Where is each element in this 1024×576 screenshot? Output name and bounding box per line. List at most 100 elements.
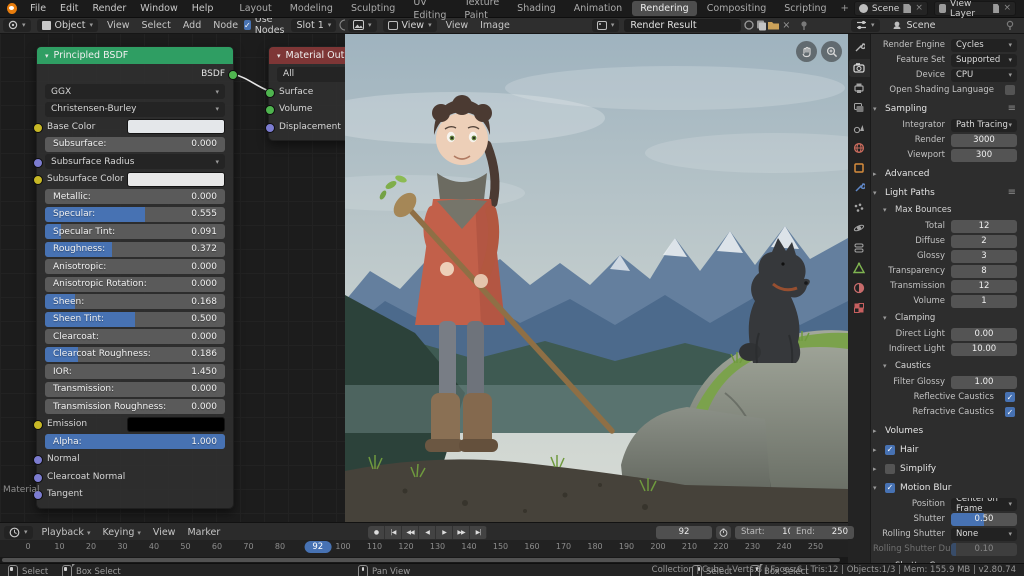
menu-view[interactable]: View — [147, 527, 182, 538]
workspace-tab-compositing[interactable]: Compositing — [699, 1, 775, 16]
checkbox-hair[interactable]: ✓ — [885, 445, 895, 455]
panel-caustics[interactable]: ▾Caustics — [883, 359, 1019, 373]
checkbox-refractive-caustics[interactable]: ✓ — [1005, 407, 1015, 417]
input-socket-base-color[interactable] — [33, 123, 43, 133]
workspace-tab-uv-editing[interactable]: UV Editing — [405, 0, 454, 23]
menu-select[interactable]: Select — [136, 20, 177, 31]
properties-tab-physics[interactable] — [849, 219, 870, 237]
input-socket-emission[interactable] — [33, 420, 43, 430]
field-render[interactable]: 3000 — [951, 134, 1017, 147]
node-principled-bsdf[interactable]: ▾ Principled BSDF BSDF GGX▾Christensen-B… — [36, 46, 234, 509]
properties-tab-particles[interactable] — [849, 199, 870, 217]
param-christensen-burley[interactable]: Christensen-Burley▾ — [45, 102, 225, 117]
panel-advanced[interactable]: ▸Advanced — [873, 166, 1019, 181]
frame-end-field[interactable]: End: 250 — [790, 526, 854, 539]
dropdown-feature-set[interactable]: Supported▾ — [951, 54, 1017, 67]
param-transmission[interactable]: Transmission:0.000 — [45, 382, 225, 397]
panel-clamping[interactable]: ▾Clamping — [883, 311, 1019, 325]
field-volume[interactable]: 1 — [951, 295, 1017, 308]
checkbox-simplify[interactable] — [885, 464, 895, 474]
next-keyframe-button[interactable]: ▶▶ — [453, 526, 470, 539]
bsdf-output-socket[interactable] — [228, 70, 238, 80]
field-direct-light[interactable]: 0.00 — [951, 328, 1017, 341]
properties-tab-render[interactable] — [849, 59, 870, 77]
param-specular[interactable]: Specular:0.555 — [45, 207, 225, 222]
param-emission[interactable]: Emission — [45, 417, 225, 432]
checkbox-open-shading-language[interactable] — [1005, 85, 1015, 95]
timeline-ruler[interactable]: 92 0102030405060708090100110120130140150… — [0, 540, 848, 557]
new-view-layer-icon[interactable] — [993, 4, 999, 13]
param-clearcoat-roughness[interactable]: Clearcoat Roughness:0.186 — [45, 347, 225, 362]
menu-file[interactable]: File — [23, 1, 53, 17]
preview-range-button[interactable] — [716, 526, 731, 539]
view-layer-selector[interactable]: View Layer × — [934, 1, 1016, 16]
shader-type-dropdown[interactable]: Object ▾ — [37, 19, 98, 32]
field-diffuse[interactable]: 2 — [951, 235, 1017, 248]
current-frame-field[interactable]: 92 — [656, 526, 712, 539]
color-swatch[interactable] — [127, 172, 225, 187]
node-header-material-output[interactable]: ▾ Material Output — [269, 47, 346, 64]
close-scene-icon[interactable]: × — [915, 4, 923, 13]
panel-hair[interactable]: ▸✓Hair — [873, 442, 1019, 457]
panel-volumes[interactable]: ▸Volumes — [873, 423, 1019, 438]
checkbox-reflective-caustics[interactable]: ✓ — [1005, 392, 1015, 402]
workspace-tab-texture-paint[interactable]: Texture Paint — [456, 0, 507, 23]
param-clearcoat[interactable]: Clearcoat:0.000 — [45, 329, 225, 344]
param-base-color[interactable]: Base Color — [45, 119, 225, 134]
workspace-tab-rendering[interactable]: Rendering — [632, 1, 697, 16]
panel-motion-blur[interactable]: ▾✓Motion Blur — [873, 480, 1019, 495]
remove-view-layer-icon[interactable]: × — [1003, 4, 1011, 13]
field-glossy[interactable]: 3 — [951, 250, 1017, 263]
slider-shutter[interactable]: 0.50 — [951, 513, 1017, 526]
workspace-tab-sculpting[interactable]: Sculpting — [343, 1, 403, 16]
properties-tab-scene[interactable] — [849, 119, 870, 137]
previous-keyframe-button[interactable]: ◀◀ — [402, 526, 419, 539]
field-transparency[interactable]: 8 — [951, 265, 1017, 278]
new-scene-icon[interactable] — [903, 4, 911, 13]
play-button[interactable]: ▶ — [436, 526, 453, 539]
properties-tab-texture[interactable] — [849, 299, 870, 317]
dropdown-position[interactable]: Center on Frame▾ — [951, 498, 1017, 511]
param-sheen-tint[interactable]: Sheen Tint:0.500 — [45, 312, 225, 327]
play-reverse-button[interactable]: ◀ — [419, 526, 436, 539]
properties-tab-material[interactable] — [849, 279, 870, 297]
field-total[interactable]: 12 — [951, 220, 1017, 233]
dropdown-render-engine[interactable]: Cycles▾ — [951, 39, 1017, 52]
record-button[interactable]: ● — [368, 526, 385, 539]
param-specular-tint[interactable]: Specular Tint:0.091 — [45, 224, 225, 239]
editor-type-button[interactable]: ▾ — [3, 19, 31, 32]
field-transmission[interactable]: 12 — [951, 280, 1017, 293]
panel-simplify[interactable]: ▸Simplify — [873, 461, 1019, 476]
properties-tab-tool[interactable] — [849, 39, 870, 57]
field-viewport[interactable]: 300 — [951, 149, 1017, 162]
scrollbar-thumb[interactable] — [2, 558, 840, 562]
dropdown-rolling-shutter[interactable]: None▾ — [951, 528, 1017, 541]
output-target-dropdown[interactable]: All — [277, 67, 346, 82]
menu-window[interactable]: Window — [133, 1, 184, 17]
render-result-view[interactable] — [345, 33, 848, 522]
properties-tab-modifiers[interactable] — [849, 179, 870, 197]
node-header-principled[interactable]: ▾ Principled BSDF — [37, 47, 233, 64]
param-metallic[interactable]: Metallic:0.000 — [45, 189, 225, 204]
properties-tab-object-data[interactable] — [849, 259, 870, 277]
input-socket-volume[interactable] — [265, 105, 275, 115]
dropdown-integrator[interactable]: Path Tracing▾ — [951, 119, 1017, 132]
param-subsurface[interactable]: Subsurface:0.000 — [45, 137, 225, 152]
properties-tab-constraints[interactable] — [849, 239, 870, 257]
slider-rolling-shutter-dur[interactable]: 0.10 — [951, 543, 1017, 556]
preset-menu-icon[interactable]: ≡ — [1008, 103, 1019, 114]
param-subsurface-color[interactable]: Subsurface Color — [45, 172, 225, 187]
field-filter-glossy[interactable]: 1.00 — [951, 376, 1017, 389]
checkbox-motion-blur[interactable]: ✓ — [885, 483, 895, 493]
properties-tab-view-layer[interactable] — [849, 99, 870, 117]
menu-keying[interactable]: Keying ▾ — [96, 527, 146, 538]
zoom-gizmo[interactable] — [821, 41, 842, 62]
workspace-tab-shading[interactable]: Shading — [509, 1, 564, 16]
color-swatch[interactable] — [127, 119, 225, 134]
param-anisotropic[interactable]: Anisotropic:0.000 — [45, 259, 225, 274]
param-transmission-roughness[interactable]: Transmission Roughness:0.000 — [45, 399, 225, 414]
field-indirect-light[interactable]: 10.00 — [951, 343, 1017, 356]
menu-playback[interactable]: Playback ▾ — [36, 527, 97, 538]
dropdown-device[interactable]: CPU▾ — [951, 69, 1017, 82]
input-socket-displacement[interactable] — [265, 123, 275, 133]
